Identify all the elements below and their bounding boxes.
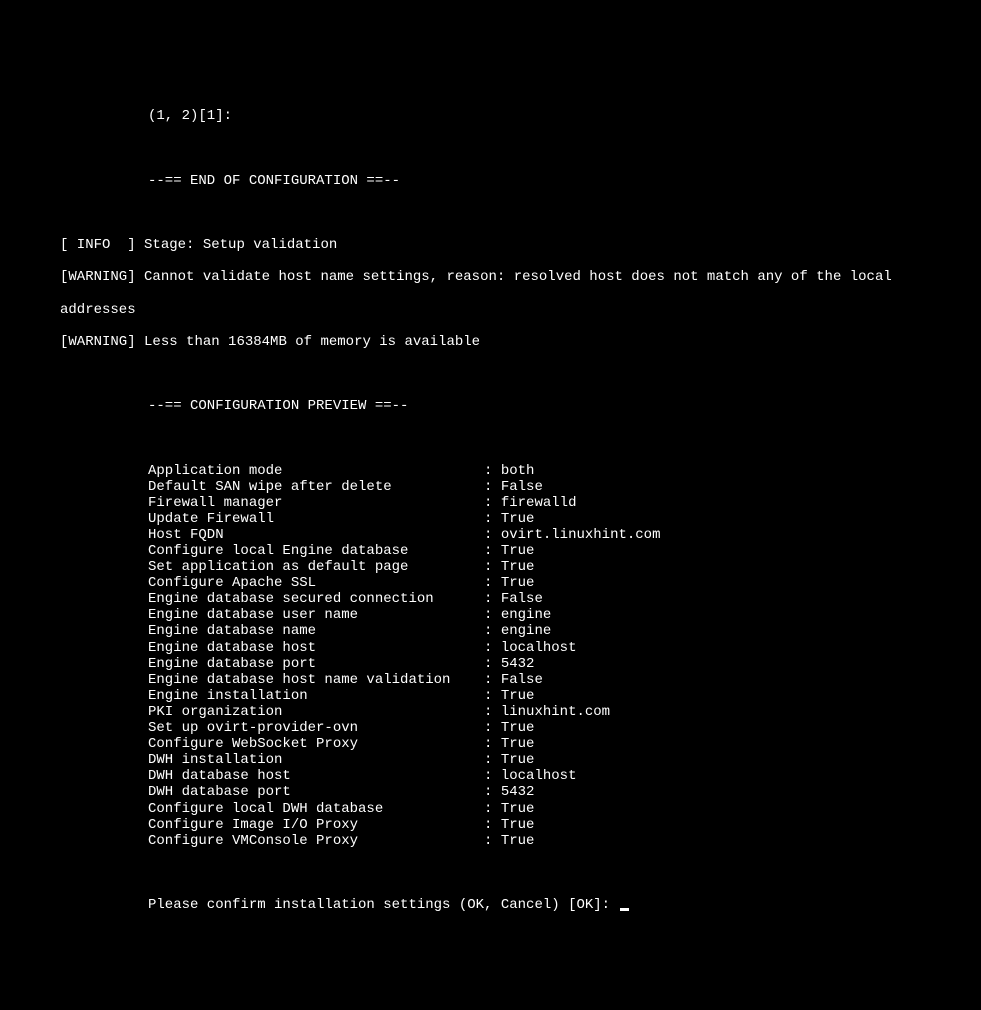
end-config-header: --== END OF CONFIGURATION ==-- xyxy=(0,173,981,189)
config-row: DWH database host : localhost xyxy=(0,768,981,784)
warning-tag: [WARNING] xyxy=(60,269,136,285)
config-row: Engine database name : engine xyxy=(0,623,981,639)
config-row: Engine installation : True xyxy=(0,688,981,704)
warning-line-1: [WARNING] Cannot validate host name sett… xyxy=(0,269,981,285)
input-prompt-line: (1, 2)[1]: xyxy=(0,108,981,124)
config-row: Update Firewall : True xyxy=(0,511,981,527)
cursor xyxy=(620,908,629,911)
config-row: Configure local DWH database : True xyxy=(0,801,981,817)
config-row: Set application as default page : True xyxy=(0,559,981,575)
warning-line-1b: addresses xyxy=(0,302,981,318)
config-row: Configure WebSocket Proxy : True xyxy=(0,736,981,752)
info-tag: [ INFO ] xyxy=(60,237,136,253)
terminal-output: (1, 2)[1]: --== END OF CONFIGURATION ==-… xyxy=(0,64,981,929)
warning-tag: [WARNING] xyxy=(60,334,136,350)
config-row: Configure Apache SSL : True xyxy=(0,575,981,591)
warning-text: Less than 16384MB of memory is available xyxy=(144,334,480,350)
config-preview-header: --== CONFIGURATION PREVIEW ==-- xyxy=(0,398,981,414)
config-row: Set up ovirt-provider-ovn : True xyxy=(0,720,981,736)
config-row: Firewall manager : firewalld xyxy=(0,495,981,511)
confirm-prompt[interactable]: Please confirm installation settings (OK… xyxy=(0,897,981,913)
config-row: Engine database port : 5432 xyxy=(0,656,981,672)
config-row: Configure Image I/O Proxy : True xyxy=(0,817,981,833)
info-line: [ INFO ] Stage: Setup validation xyxy=(0,237,981,253)
blank-line xyxy=(0,366,981,382)
config-row: Engine database host : localhost xyxy=(0,640,981,656)
warning-text: Cannot validate host name settings, reas… xyxy=(144,269,892,285)
config-row: Default SAN wipe after delete : False xyxy=(0,479,981,495)
config-row: Application mode : both xyxy=(0,463,981,479)
config-row: Engine database host name validation : F… xyxy=(0,672,981,688)
config-row: DWH installation : True xyxy=(0,752,981,768)
config-row: Configure VMConsole Proxy : True xyxy=(0,833,981,849)
config-row: DWH database port : 5432 xyxy=(0,784,981,800)
config-row: Engine database user name : engine xyxy=(0,607,981,623)
config-list: Application mode : bothDefault SAN wipe … xyxy=(0,463,981,849)
blank-line xyxy=(0,141,981,157)
config-row: Engine database secured connection : Fal… xyxy=(0,591,981,607)
blank-line xyxy=(0,865,981,881)
warning-line-2: [WARNING] Less than 16384MB of memory is… xyxy=(0,334,981,350)
config-row: Configure local Engine database : True xyxy=(0,543,981,559)
config-row: Host FQDN : ovirt.linuxhint.com xyxy=(0,527,981,543)
config-row: PKI organization : linuxhint.com xyxy=(0,704,981,720)
blank-line xyxy=(0,430,981,446)
blank-line xyxy=(0,205,981,221)
confirm-prompt-text: Please confirm installation settings (OK… xyxy=(148,897,618,913)
info-text: Stage: Setup validation xyxy=(144,237,337,253)
